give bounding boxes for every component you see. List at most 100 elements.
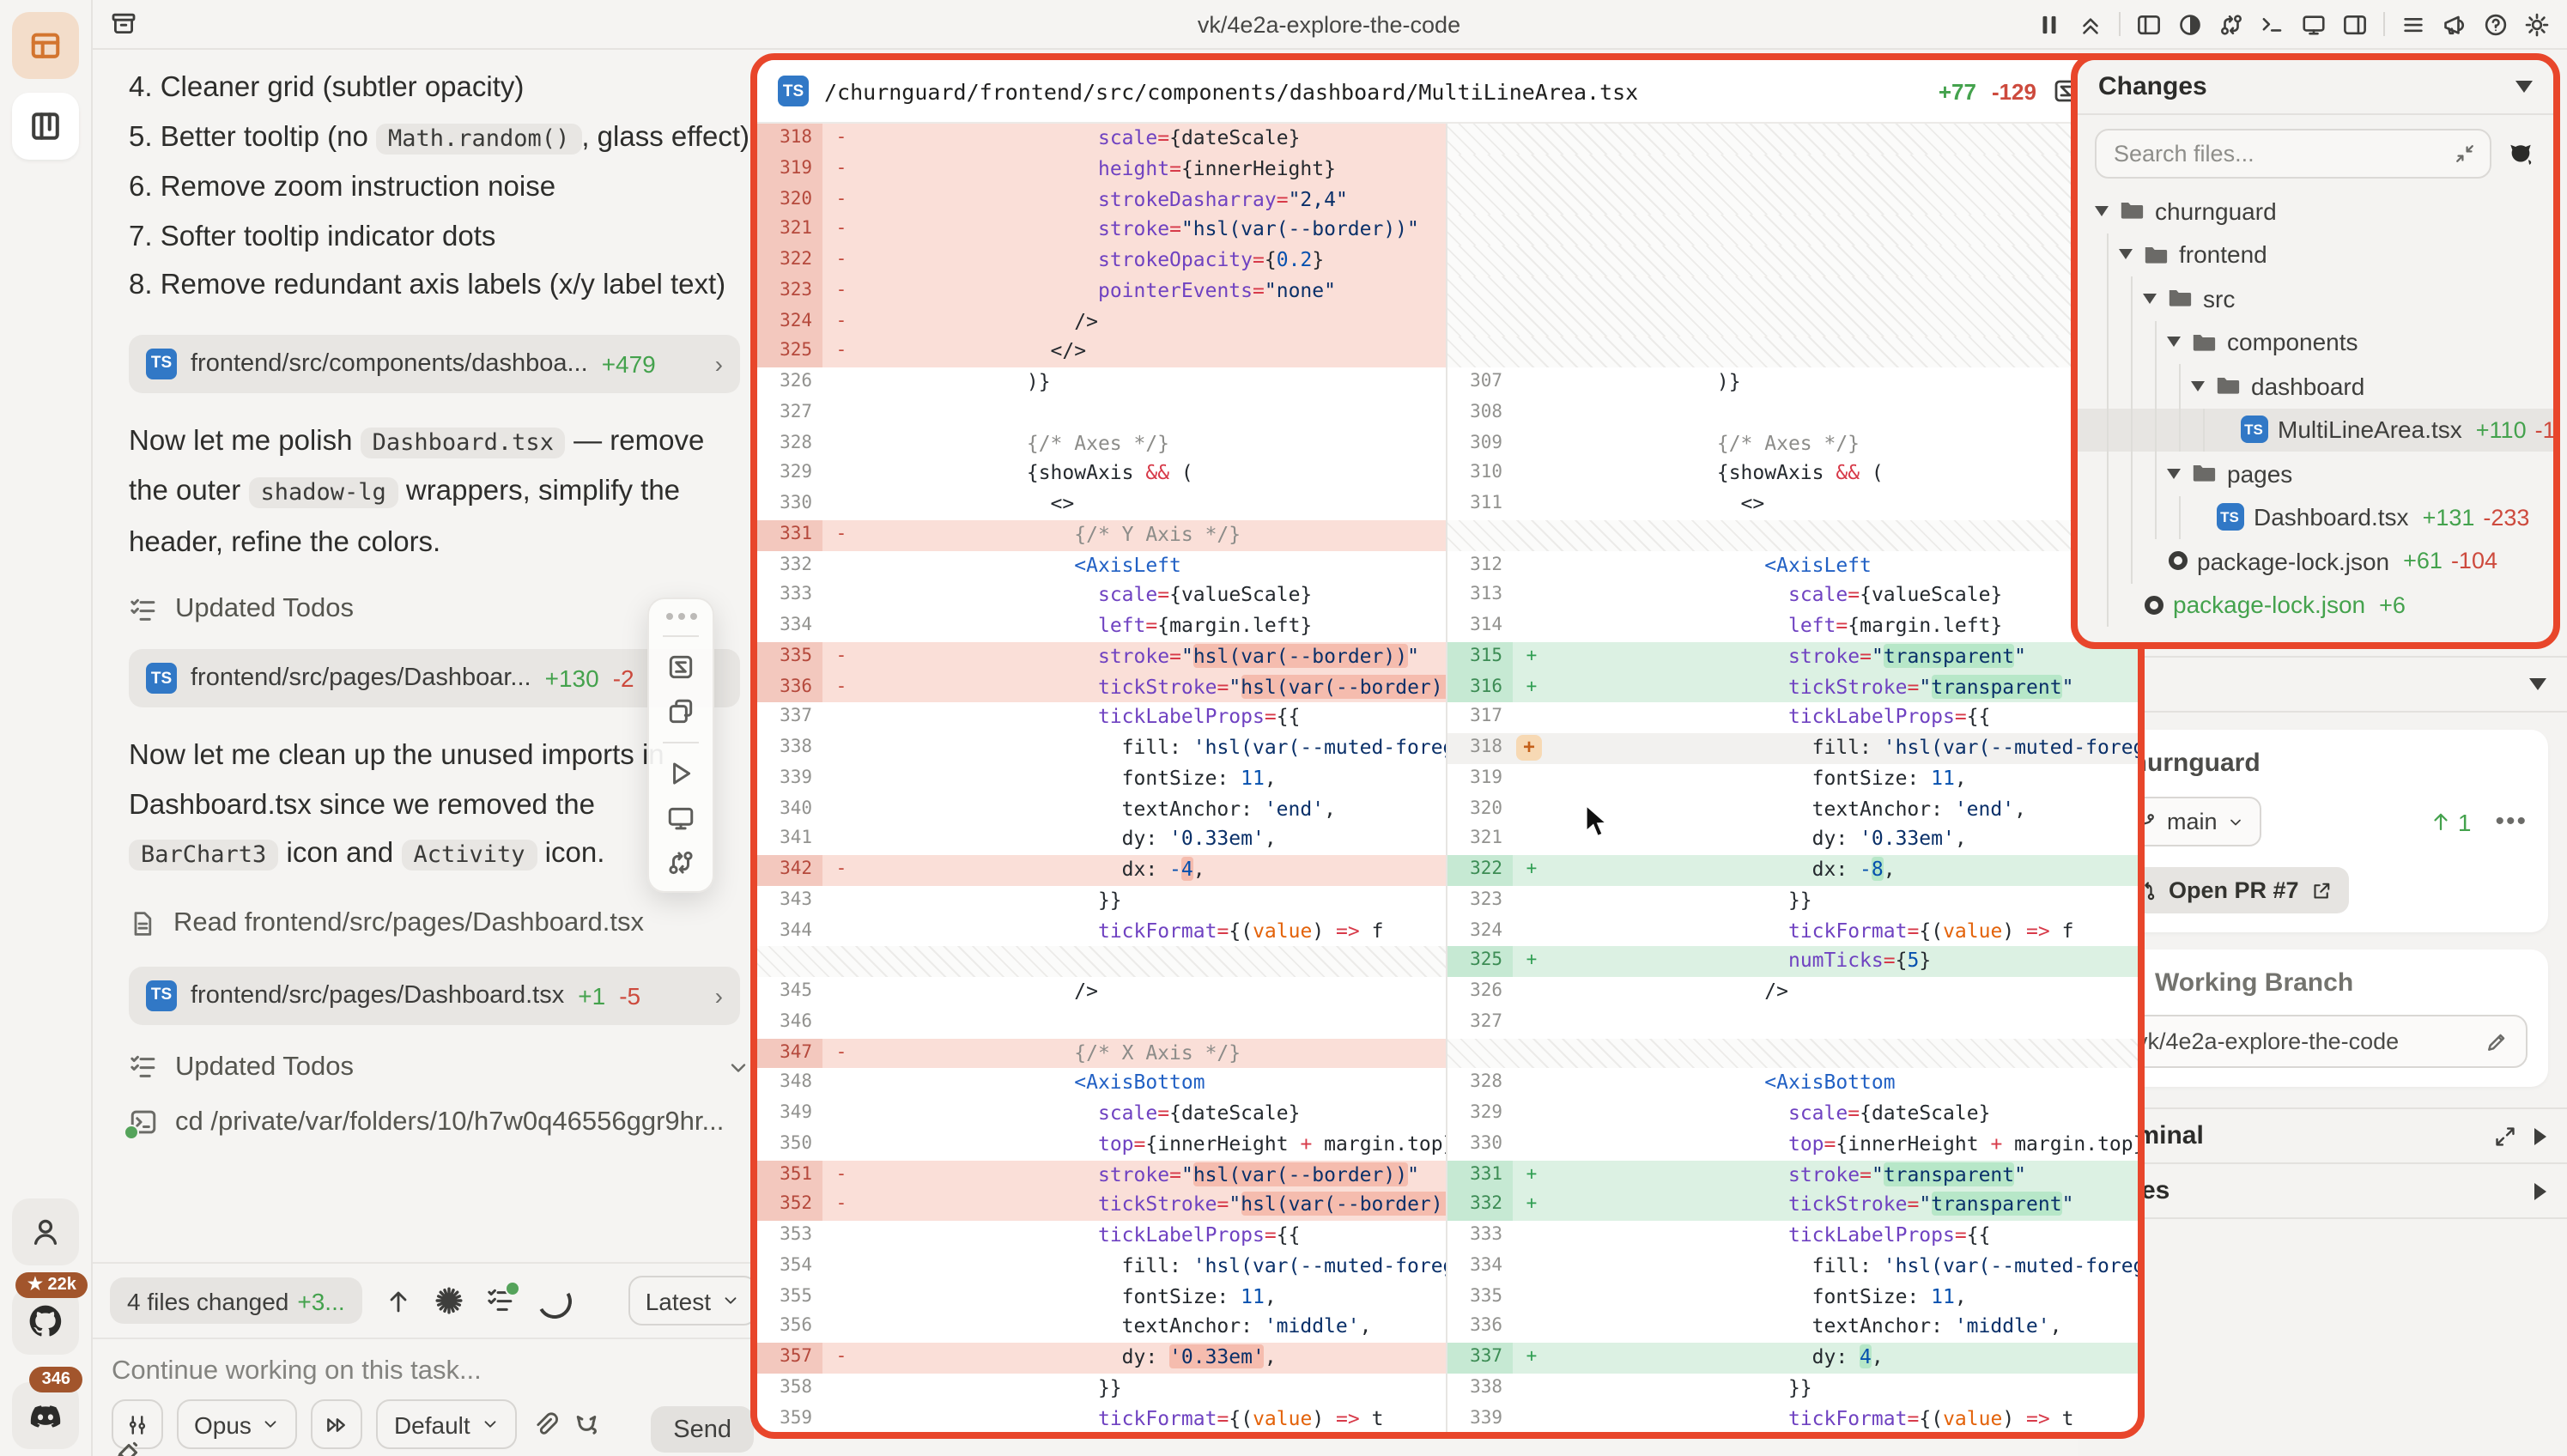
- diff-line[interactable]: 345 />: [757, 977, 1447, 1008]
- caret-down-icon[interactable]: [2167, 337, 2181, 348]
- diff-line[interactable]: 313 scale={valueScale}: [1447, 581, 2138, 612]
- send-button[interactable]: Send: [651, 1406, 754, 1453]
- todos-status-icon[interactable]: [486, 1286, 515, 1315]
- terminal-icon[interactable]: [2260, 11, 2285, 37]
- diff-line[interactable]: 355 fontSize: 11,: [757, 1282, 1447, 1313]
- more-menu-icon[interactable]: •••: [2495, 807, 2528, 836]
- diff-line[interactable]: 343 }}: [757, 886, 1447, 917]
- diff-line[interactable]: 357- dy: '0.33em',: [757, 1343, 1447, 1374]
- open-pr-button[interactable]: Open PR #7: [2117, 867, 2349, 913]
- diff-line[interactable]: 336- tickStroke="hsl(var(--border))": [757, 672, 1447, 703]
- diff-line[interactable]: 354 fill: 'hsl(var(--muted-foreground))'…: [757, 1252, 1447, 1283]
- files-changed-chip[interactable]: 4 files changed+3...: [110, 1277, 362, 1324]
- diff-line[interactable]: 319 fontSize: 11,: [1447, 764, 2138, 795]
- diff-line[interactable]: 341 dy: '0.33em',: [757, 825, 1447, 856]
- tree-item-dashboard-tsx[interactable]: TSDashboard.tsx+131-233: [2078, 495, 2553, 539]
- diff-line[interactable]: 337+ dy: 4,: [1447, 1343, 2138, 1374]
- diff-line[interactable]: 349 scale={dateScale}: [757, 1099, 1447, 1130]
- fast-forward-button[interactable]: [312, 1399, 363, 1449]
- expand-icon[interactable]: [2493, 1124, 2517, 1148]
- diff-line[interactable]: 337 tickLabelProps={{: [757, 703, 1447, 734]
- diff-line[interactable]: 331- {/* Y Axis */}: [757, 520, 1447, 551]
- git-section-header[interactable]: Git: [2078, 656, 2567, 713]
- diff-line[interactable]: 327: [1447, 1008, 2138, 1039]
- git-compare-icon[interactable]: [666, 848, 695, 877]
- diff-line[interactable]: 312 <AxisLeft: [1447, 550, 2138, 581]
- panel-left-icon[interactable]: [2136, 11, 2162, 37]
- latest-dropdown[interactable]: Latest: [628, 1276, 757, 1326]
- caret-down-icon[interactable]: [2119, 250, 2133, 260]
- diff-line[interactable]: 332 <AxisLeft: [757, 550, 1447, 581]
- diff-line[interactable]: 333 scale={valueScale}: [757, 581, 1447, 612]
- diff-line[interactable]: 350 top={innerHeight + margin.top}: [757, 1130, 1447, 1161]
- diff-line[interactable]: 314 left={margin.left}: [1447, 611, 2138, 642]
- diff-line[interactable]: 347- {/* X Axis */}: [757, 1038, 1447, 1069]
- collapse-all-icon[interactable]: [2078, 11, 2103, 37]
- diff-line[interactable]: 352- tickStroke="hsl(var(--border))": [757, 1191, 1447, 1222]
- diff-line[interactable]: 334 left={margin.left}: [757, 611, 1447, 642]
- diff-line[interactable]: 318+ fill: 'hsl(var(--muted-foreground))…: [1447, 733, 2138, 764]
- cat-icon[interactable]: [2505, 138, 2536, 169]
- diff-line[interactable]: 332+ tickStroke="transparent": [1447, 1191, 2138, 1222]
- tree-item-src[interactable]: src: [2078, 276, 2553, 320]
- layout-view-button[interactable]: [12, 12, 79, 79]
- diff-line[interactable]: 342- dx: -4,: [757, 855, 1447, 886]
- announce-icon[interactable]: [2442, 11, 2467, 37]
- pause-icon[interactable]: [2036, 11, 2062, 37]
- diff-line[interactable]: 348 <AxisBottom: [757, 1069, 1447, 1100]
- diff-line[interactable]: 324 tickFormat={(value) => f: [1447, 916, 2138, 947]
- diff-line[interactable]: 335- stroke="hsl(var(--border))": [757, 642, 1447, 673]
- archive-icon[interactable]: [110, 10, 137, 38]
- cat-icon[interactable]: [572, 1410, 601, 1439]
- highlighter-icon[interactable]: [113, 1439, 143, 1456]
- diff-line[interactable]: 329 {showAxis && (: [757, 459, 1447, 490]
- diff-line[interactable]: 359 tickFormat={(value) => t: [757, 1404, 1447, 1435]
- diff-line[interactable]: 334 fill: 'hsl(var(--muted-foreground))'…: [1447, 1252, 2138, 1283]
- diff-line[interactable]: 324- />: [757, 306, 1447, 337]
- diff-line[interactable]: 333 tickLabelProps={{: [1447, 1221, 2138, 1252]
- account-button[interactable]: [12, 1198, 79, 1265]
- diff-line[interactable]: 331+ stroke="transparent": [1447, 1160, 2138, 1191]
- diff-line[interactable]: 309 {/* Axes */}: [1447, 428, 2138, 459]
- terminal-section-header[interactable]: Terminal: [2078, 1107, 2567, 1164]
- notes-section-header[interactable]: Notes: [2078, 1164, 2567, 1219]
- diff-line[interactable]: 321 dy: '0.33em',: [1447, 825, 2138, 856]
- diff-line[interactable]: 358 }}: [757, 1374, 1447, 1404]
- diff-line[interactable]: 316+ tickStroke="transparent": [1447, 672, 2138, 703]
- diff-line[interactable]: 326 )}: [757, 367, 1447, 398]
- display-icon[interactable]: [2301, 11, 2327, 37]
- diff-line[interactable]: 356 textAnchor: 'middle',: [757, 1313, 1447, 1344]
- diff-line[interactable]: 318- scale={dateScale}: [757, 124, 1447, 155]
- arrow-up-icon[interactable]: [385, 1287, 412, 1314]
- diff-line[interactable]: 340 textAnchor: 'end',: [757, 794, 1447, 825]
- diff-line[interactable]: 330 top={innerHeight + margin.top}: [1447, 1130, 2138, 1161]
- discord-button[interactable]: 346: [12, 1382, 79, 1449]
- tree-item-components[interactable]: components: [2078, 320, 2553, 364]
- search-files-input[interactable]: [2095, 129, 2491, 179]
- burst-icon[interactable]: [434, 1286, 464, 1315]
- tree-item-package-lock-json[interactable]: package-lock.json+61-104: [2078, 539, 2553, 583]
- copy-icon[interactable]: [666, 697, 695, 726]
- diff-line[interactable]: 315+ stroke="transparent": [1447, 642, 2138, 673]
- updated-todos-row-2[interactable]: Updated Todos: [129, 1052, 750, 1083]
- diff-line[interactable]: 325+ numTicks={5}: [1447, 947, 2138, 978]
- display-icon[interactable]: [666, 804, 695, 833]
- changes-section-header[interactable]: Changes: [2078, 60, 2553, 115]
- model-dropdown[interactable]: Opus: [177, 1399, 298, 1449]
- diff-line[interactable]: 317 tickLabelProps={{: [1447, 703, 2138, 734]
- diff-line[interactable]: 327: [757, 398, 1447, 429]
- diff-line[interactable]: 325- </>: [757, 337, 1447, 368]
- tree-item-pages[interactable]: pages: [2078, 452, 2553, 495]
- read-file-row[interactable]: Read frontend/src/pages/Dashboard.tsx: [129, 907, 752, 938]
- github-button[interactable]: ★ 22k: [12, 1288, 79, 1355]
- diff-line[interactable]: 335 fontSize: 11,: [1447, 1282, 2138, 1313]
- file-chip-dashboard-page-2[interactable]: TS frontend/src/pages/Dashboard.tsx+1-5 …: [129, 966, 740, 1024]
- attach-icon[interactable]: [531, 1410, 558, 1438]
- diff-line[interactable]: 339 tickFormat={(value) => t: [1447, 1404, 2138, 1435]
- tree-item-frontend[interactable]: frontend: [2078, 233, 2553, 276]
- diff-line[interactable]: 311 <>: [1447, 489, 2138, 520]
- panel-right-icon[interactable]: [2342, 11, 2368, 37]
- tree-item-dashboard[interactable]: dashboard: [2078, 364, 2553, 408]
- tree-item-package-lock-json[interactable]: package-lock.json+6: [2078, 583, 2553, 627]
- diff-line[interactable]: 329 scale={dateScale}: [1447, 1099, 2138, 1130]
